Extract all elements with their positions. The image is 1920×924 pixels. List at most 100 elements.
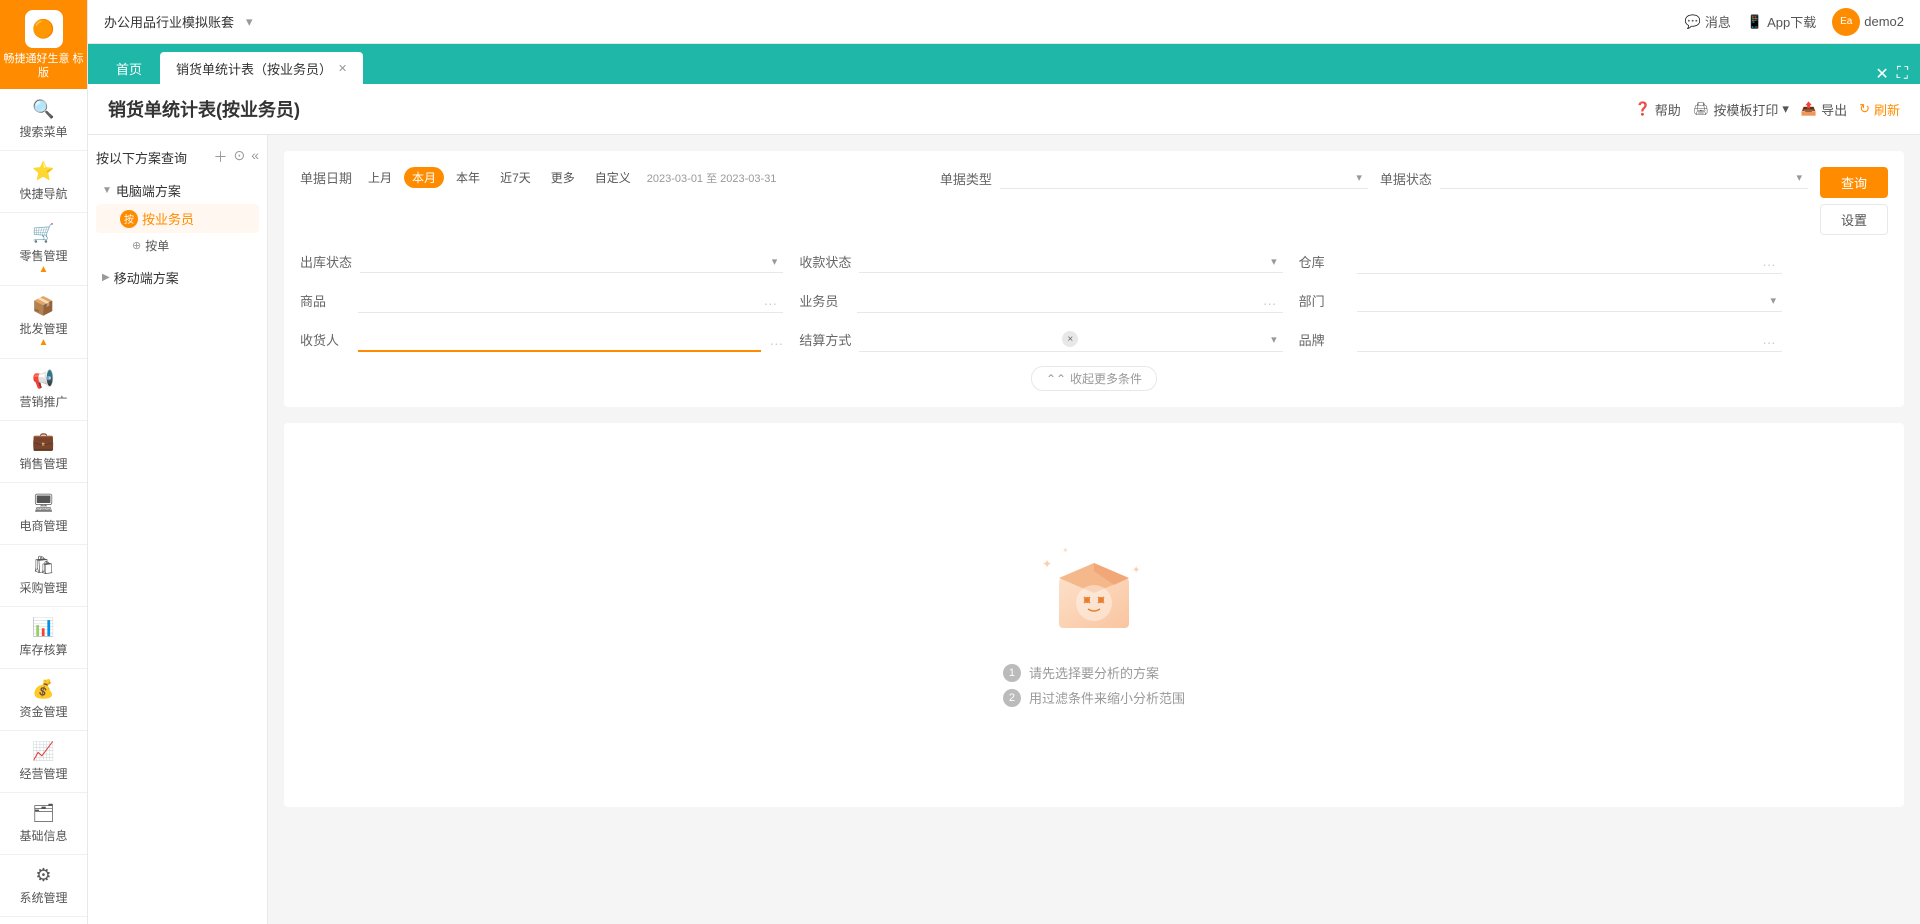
shortcut-icon: ⭐	[32, 161, 54, 182]
sidebar-item-operation[interactable]: 📈 经营管理	[0, 731, 87, 793]
sidebar-item-system[interactable]: ⚙ 系统管理	[0, 855, 87, 917]
tab-report-close-icon[interactable]: ✕	[338, 62, 347, 75]
recv-status-select[interactable]: ▾	[859, 251, 1282, 273]
message-btn[interactable]: 💬 消息	[1685, 12, 1731, 31]
panel-edit-icon[interactable]: ⊙	[233, 147, 245, 167]
panel-collapse-icon[interactable]: «	[251, 147, 259, 167]
filter-card: 单据日期 上月 本月 本年 近7天 更多 自定义 20	[284, 151, 1904, 407]
tree-pc-parent[interactable]: ▼ 电脑端方案	[96, 177, 259, 204]
date-7days-btn[interactable]: 近7天	[492, 167, 539, 188]
tree-salesman-node[interactable]: 按 按业务员	[96, 204, 259, 233]
out-status-select[interactable]: ▾	[360, 251, 783, 273]
app-download-label: App下载	[1767, 12, 1816, 31]
receiver-dots-icon: …	[769, 332, 783, 348]
sales-icon: 💼	[32, 431, 54, 452]
sidebar-item-marketing-label: 营销推广	[19, 393, 67, 410]
date-last-month-btn[interactable]: 上月	[360, 167, 400, 188]
doc-type-select[interactable]: ▾	[1000, 167, 1368, 189]
sidebar-item-base[interactable]: 🗂 基础信息	[0, 793, 87, 855]
tree-pc-arrow-icon: ▼	[102, 185, 112, 196]
app-download-btn[interactable]: 📱 App下载	[1747, 12, 1816, 31]
tree-section-mobile: ▶ 移动端方案	[96, 264, 259, 291]
tip-2-num: 2	[1003, 689, 1021, 707]
sidebar-item-purchase[interactable]: 🛍 采购管理	[0, 545, 87, 607]
page-title: 销货单统计表(按业务员)	[108, 96, 300, 134]
refresh-btn[interactable]: ↻ 刷新	[1859, 100, 1900, 119]
doc-type-arrow-icon: ▾	[1356, 171, 1362, 184]
avatar: Ea	[1832, 8, 1860, 36]
sidebar-item-retail[interactable]: 🛒 零售管理 ▲	[0, 213, 87, 286]
payment-select[interactable]: × ▾	[859, 327, 1282, 352]
help-label: 帮助	[1655, 100, 1681, 119]
warehouse-select[interactable]: …	[1357, 249, 1782, 274]
date-quick-btns: 上月 本月 本年 近7天 更多 自定义	[360, 167, 639, 188]
doc-status-select[interactable]: ▾	[1440, 167, 1808, 189]
app-download-icon: 📱	[1747, 14, 1763, 30]
tree-salesman-label: 按业务员	[142, 209, 194, 228]
sidebar-item-shortcut[interactable]: ⭐ 快捷导航	[0, 151, 87, 213]
sidebar-item-ecommerce[interactable]: 🖥 电商管理	[0, 483, 87, 545]
date-this-month-btn[interactable]: 本月	[404, 167, 444, 188]
product-dropdown-icon[interactable]: ▾	[246, 14, 253, 30]
sidebar: 🟠 畅捷通好生意 标版 🔍 搜索菜单 ⭐ 快捷导航 🛒 零售管理 ▲ 📦 批发管…	[0, 0, 88, 924]
salesman-icon: 按	[120, 210, 138, 228]
topbar: 办公用品行业模拟账套 ▾ 💬 消息 📱 App下载 Ea demo2	[88, 0, 1920, 44]
date-more-btn[interactable]: 更多	[543, 167, 583, 188]
export-btn[interactable]: 📤 导出	[1801, 100, 1847, 119]
inventory-icon: 📊	[32, 617, 54, 638]
date-custom-btn[interactable]: 自定义	[587, 167, 639, 188]
collapse-btn[interactable]: ⌃⌃ 收起更多条件	[1031, 366, 1157, 391]
tab-close-btn[interactable]: ✕	[1875, 64, 1888, 84]
sidebar-item-system-label: 系统管理	[19, 889, 67, 906]
collapse-up-icon: ⌃⌃	[1046, 372, 1066, 386]
sidebar-item-finance[interactable]: 💰 资金管理	[0, 669, 87, 731]
payment-tag-close-icon[interactable]: ×	[1062, 331, 1078, 347]
sidebar-item-inventory[interactable]: 📊 库存核算	[0, 607, 87, 669]
brand-dots-icon: …	[1762, 331, 1776, 347]
setting-btn[interactable]: 设置	[1820, 204, 1888, 235]
refresh-icon: ↻	[1859, 101, 1870, 117]
tab-actions: ✕ ⛶	[1863, 64, 1920, 84]
sidebar-item-search[interactable]: 🔍 搜索菜单	[0, 89, 87, 151]
sidebar-item-wholesale[interactable]: 📦 批发管理 ▲	[0, 286, 87, 359]
print-btn[interactable]: 🖨 按模板打印 ▾	[1693, 100, 1789, 119]
salesman-select[interactable]: …	[857, 288, 1282, 313]
sidebar-item-inventory-label: 库存核算	[19, 641, 67, 658]
tree-bidan-label: 按单	[145, 237, 169, 254]
sidebar-item-enterprise[interactable]: 🤝 企业协同	[0, 917, 87, 924]
recv-status-arrow-icon: ▾	[1271, 255, 1277, 268]
collapse-row: ⌃⌃ 收起更多条件	[300, 366, 1888, 391]
tab-report[interactable]: 销货单统计表（按业务员） ✕	[160, 52, 363, 84]
sidebar-item-marketing[interactable]: 📢 营销推广	[0, 359, 87, 421]
tree-mobile-parent[interactable]: ▶ 移动端方案	[96, 264, 259, 291]
receiver-input[interactable]	[358, 327, 761, 352]
date-label: 单据日期	[300, 168, 352, 187]
sidebar-item-shortcut-label: 快捷导航	[19, 185, 67, 202]
svg-text:✦: ✦	[1062, 546, 1069, 555]
warehouse-label: 仓库	[1299, 252, 1349, 271]
wholesale-arrow-icon: ▲	[39, 337, 49, 348]
brand-select[interactable]: …	[1357, 327, 1782, 352]
query-btn[interactable]: 查询	[1820, 167, 1888, 198]
tab-restore-btn[interactable]: ⛶	[1897, 65, 1908, 83]
salesman-dots-icon: …	[1263, 292, 1277, 308]
help-icon: ❓	[1635, 101, 1651, 117]
empty-tips: 1 请先选择要分析的方案 2 用过滤条件来缩小分析范围	[1003, 663, 1185, 707]
tree-section-pc: ▼ 电脑端方案 按 按业务员 ⊕ 按单	[96, 177, 259, 258]
user-area[interactable]: Ea demo2	[1832, 8, 1904, 36]
recv-status-item: 收款状态 ▾	[799, 251, 1282, 273]
salesman-item: 业务员 …	[799, 288, 1282, 313]
date-this-year-btn[interactable]: 本年	[448, 167, 488, 188]
goods-select[interactable]: …	[358, 288, 783, 313]
tab-home[interactable]: 首页	[100, 52, 158, 84]
tree-bidan-node[interactable]: ⊕ 按单	[96, 233, 259, 258]
sidebar-item-purchase-label: 采购管理	[19, 579, 67, 596]
print-arrow-icon: ▾	[1782, 101, 1789, 117]
help-btn[interactable]: ❓ 帮助	[1635, 100, 1681, 119]
goods-label: 商品	[300, 291, 350, 310]
empty-state-card: ✦ ✦ ✦ 1 请先选择要分析的方案 2 用过滤条件来缩小分析范围	[284, 423, 1904, 807]
dept-select[interactable]: ▾	[1357, 290, 1782, 312]
sidebar-item-sales[interactable]: 💼 销售管理	[0, 421, 87, 483]
panel-add-icon[interactable]: ＋	[213, 147, 227, 167]
sidebar-item-sales-label: 销售管理	[19, 455, 67, 472]
